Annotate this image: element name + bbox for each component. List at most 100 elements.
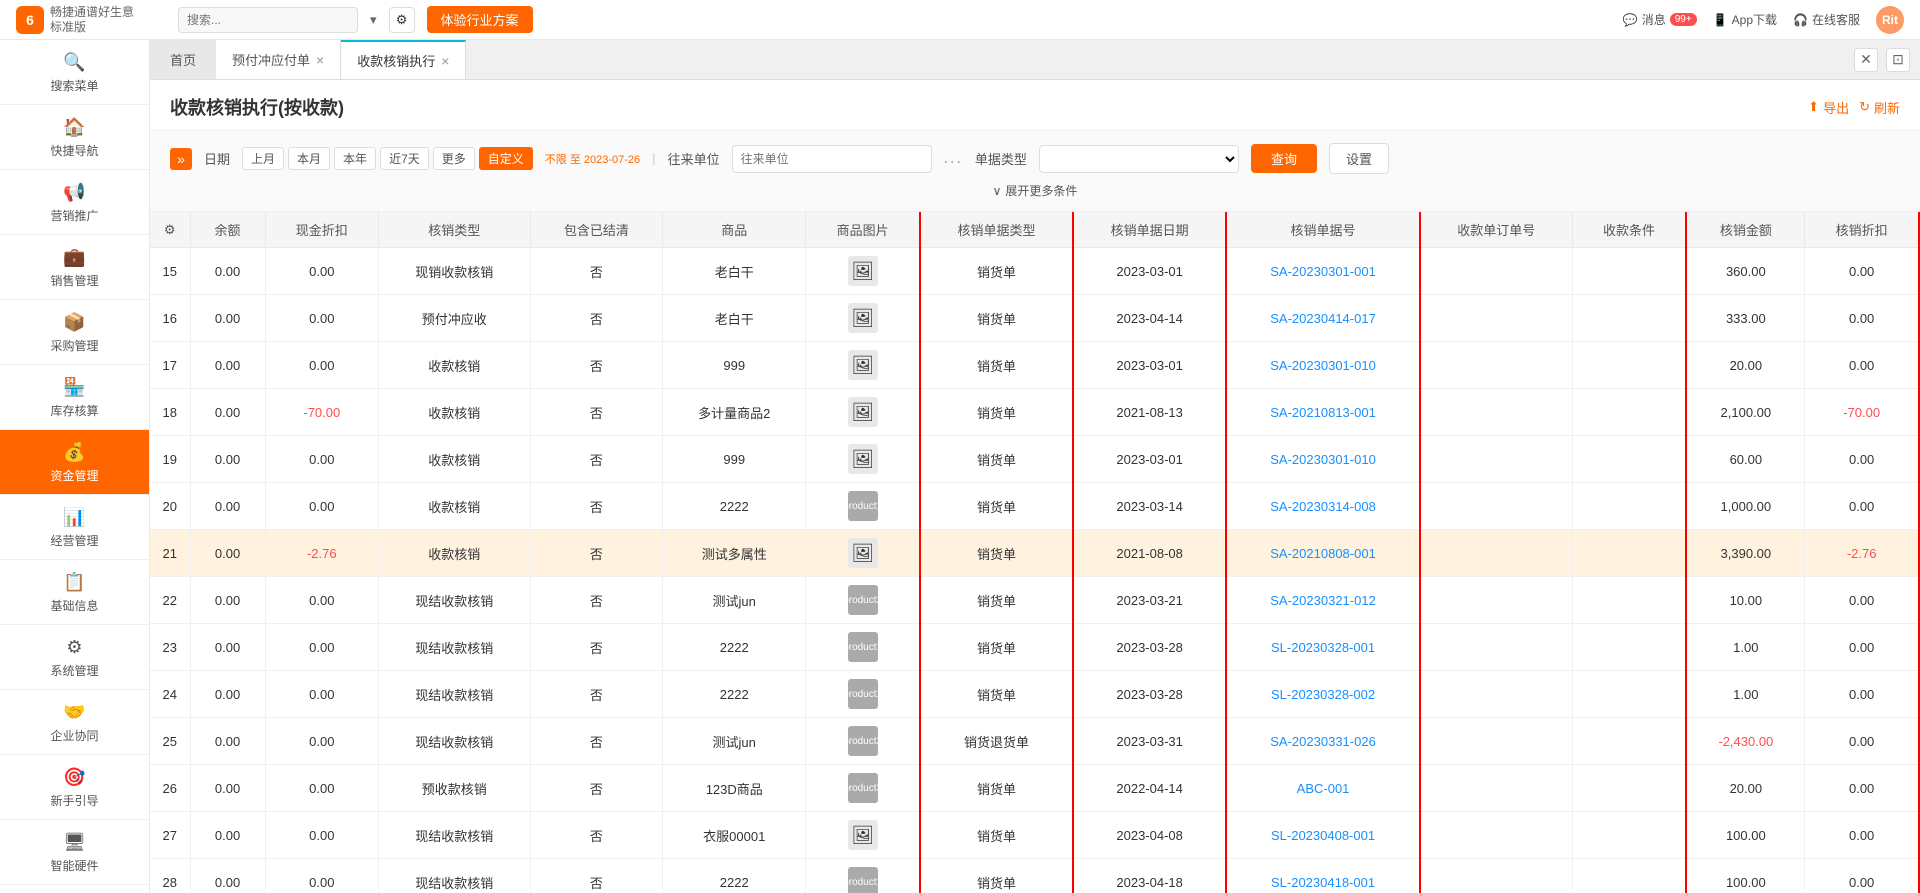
cell-cancel-bill-no[interactable]: SL-20230328-001 bbox=[1226, 624, 1420, 671]
cell-cancel-bill-no[interactable]: SA-20230331-026 bbox=[1226, 718, 1420, 765]
cell-cancel-bill-no[interactable]: SA-20230301-001 bbox=[1226, 248, 1420, 295]
table-settings-icon: ⚙ bbox=[164, 222, 176, 237]
cell-cancel-amount: 60.00 bbox=[1686, 436, 1804, 483]
tab-collection[interactable]: 收款核销执行 × bbox=[341, 40, 466, 79]
cell-goods: 衣服00001 bbox=[663, 812, 806, 859]
date-7days-btn[interactable]: 近7天 bbox=[380, 147, 429, 170]
table-row: 26 0.00 0.00 预收款核销 否 123D商品 product3 销货单… bbox=[150, 765, 1919, 812]
dropdown-icon[interactable]: ▾ bbox=[370, 12, 377, 28]
cell-cancel-bill-no[interactable]: SA-20210813-001 bbox=[1226, 389, 1420, 436]
sidebar-item-operations[interactable]: 📊经营管理 bbox=[0, 495, 149, 560]
sidebar-item-smart-hw[interactable]: 🖥智能硬件 bbox=[0, 820, 149, 885]
bill-no-link[interactable]: SL-20230418-001 bbox=[1271, 875, 1375, 890]
app-download-btn[interactable]: 📱 App下载 bbox=[1713, 11, 1777, 28]
cell-cancel-type: 收款核销 bbox=[378, 389, 530, 436]
cell-goods: 2222 bbox=[663, 483, 806, 530]
messages-btn[interactable]: 💬 消息 99+ bbox=[1623, 11, 1697, 28]
cell-cancel-bill-no[interactable]: SL-20230328-002 bbox=[1226, 671, 1420, 718]
cell-goods-img: product1 bbox=[806, 859, 920, 893]
date-more-btn[interactable]: 更多 bbox=[433, 147, 475, 170]
bill-no-link[interactable]: SA-20230321-012 bbox=[1270, 593, 1376, 608]
search-input[interactable] bbox=[178, 7, 358, 33]
cell-cancel-bill-type: 销货单 bbox=[920, 248, 1073, 295]
sidebar-label-sales: 销售管理 bbox=[50, 272, 98, 289]
expand-more-btn[interactable]: ∨ 展开更多条件 bbox=[993, 182, 1078, 199]
filter-collapse-btn[interactable]: » bbox=[170, 148, 192, 170]
tab-expand-btn[interactable]: ⊡ bbox=[1886, 48, 1910, 72]
sidebar-item-guide[interactable]: 🎯新手引导 bbox=[0, 755, 149, 820]
logo-area: 6 畅捷通谱好生意 标准版 bbox=[16, 5, 166, 34]
cell-receipt-condition bbox=[1572, 436, 1686, 483]
bill-type-label: 单据类型 bbox=[975, 149, 1027, 168]
settings-button[interactable]: ⚙ bbox=[389, 7, 415, 33]
date-this-year-btn[interactable]: 本年 bbox=[334, 147, 376, 170]
tab-home[interactable]: 首页 bbox=[150, 40, 216, 79]
cell-cancel-bill-no[interactable]: SA-20230301-010 bbox=[1226, 436, 1420, 483]
filter-row-1: » 日期 上月 本月 本年 近7天 更多 自定义 不限 至 2023-07-26… bbox=[170, 143, 1900, 174]
industry-btn[interactable]: 体验行业方案 bbox=[427, 6, 533, 33]
from-unit-input[interactable] bbox=[732, 145, 932, 173]
export-btn[interactable]: ⬆ 导出 bbox=[1808, 98, 1849, 117]
filter-settings-btn[interactable]: 设置 bbox=[1329, 143, 1389, 174]
bill-no-link[interactable]: ABC-001 bbox=[1297, 781, 1350, 796]
cell-cancel-bill-no[interactable]: SA-20230314-008 bbox=[1226, 483, 1420, 530]
cell-cancel-bill-no[interactable]: SA-20230414-017 bbox=[1226, 295, 1420, 342]
refresh-btn[interactable]: ↻ 刷新 bbox=[1859, 98, 1900, 117]
bill-no-link[interactable]: SA-20230314-008 bbox=[1270, 499, 1376, 514]
cell-cancel-bill-no[interactable]: SA-20230301-010 bbox=[1226, 342, 1420, 389]
sidebar-item-base-info[interactable]: 📋基础信息 bbox=[0, 560, 149, 625]
tab-prepay[interactable]: 预付冲应付单 × bbox=[216, 40, 341, 79]
bill-no-link[interactable]: SA-20230301-001 bbox=[1270, 264, 1376, 279]
cell-receipt-order-no bbox=[1420, 577, 1572, 624]
sidebar-item-quick-nav[interactable]: 🏠快捷导航 bbox=[0, 105, 149, 170]
sidebar-item-system[interactable]: ⚙系统管理 bbox=[0, 625, 149, 690]
cell-goods-img: 🖼 bbox=[806, 248, 920, 295]
sidebar-item-sales[interactable]: 💼销售管理 bbox=[0, 235, 149, 300]
bill-no-link[interactable]: SA-20210813-001 bbox=[1270, 405, 1376, 420]
bill-no-link[interactable]: SL-20230408-001 bbox=[1271, 828, 1375, 843]
sidebar-item-wechat[interactable]: 💬企业微信 bbox=[0, 885, 149, 893]
sidebar-item-marketing[interactable]: 📢营销推广 bbox=[0, 170, 149, 235]
date-custom-btn[interactable]: 自定义 bbox=[479, 147, 533, 170]
bill-no-link[interactable]: SA-20230414-017 bbox=[1270, 311, 1376, 326]
user-avatar[interactable]: Rit bbox=[1876, 6, 1904, 34]
cell-cancel-bill-type: 销货单 bbox=[920, 483, 1073, 530]
date-last-month-btn[interactable]: 上月 bbox=[242, 147, 284, 170]
cell-balance: 0.00 bbox=[190, 671, 265, 718]
date-this-month-btn[interactable]: 本月 bbox=[288, 147, 330, 170]
tab-close-btn[interactable]: ✕ bbox=[1854, 48, 1878, 72]
online-service-btn[interactable]: 🎧 在线客服 bbox=[1793, 11, 1860, 28]
bill-no-link[interactable]: SA-20230301-010 bbox=[1270, 358, 1376, 373]
col-settings[interactable]: ⚙ bbox=[150, 212, 190, 248]
cell-cancel-bill-no[interactable]: ABC-001 bbox=[1226, 765, 1420, 812]
bill-no-link[interactable]: SA-20230301-010 bbox=[1270, 452, 1376, 467]
cell-cancel-bill-no[interactable]: SA-20230321-012 bbox=[1226, 577, 1420, 624]
cell-receipt-order-no bbox=[1420, 248, 1572, 295]
cell-cancel-amount: 20.00 bbox=[1686, 342, 1804, 389]
cell-cancel-discount: 0.00 bbox=[1805, 483, 1919, 530]
sidebar-item-inventory[interactable]: 🏪库存核算 bbox=[0, 365, 149, 430]
bill-no-link[interactable]: SL-20230328-001 bbox=[1271, 640, 1375, 655]
inventory-icon: 🏪 bbox=[63, 377, 85, 398]
sidebar-item-enterprise[interactable]: 🤝企业协同 bbox=[0, 690, 149, 755]
cell-cancel-discount: 0.00 bbox=[1805, 248, 1919, 295]
tab-close-prepay[interactable]: × bbox=[316, 52, 324, 68]
cell-cancel-bill-no[interactable]: SL-20230418-001 bbox=[1226, 859, 1420, 893]
sidebar-item-purchase[interactable]: 📦采购管理 bbox=[0, 300, 149, 365]
cell-cancel-bill-no[interactable]: SA-20210808-001 bbox=[1226, 530, 1420, 577]
bill-no-link[interactable]: SL-20230328-002 bbox=[1271, 687, 1375, 702]
cell-cash-discount: 0.00 bbox=[265, 671, 378, 718]
query-btn[interactable]: 查询 bbox=[1251, 144, 1317, 173]
sidebar-item-finance[interactable]: 💰资金管理 bbox=[0, 430, 149, 495]
cell-cancel-bill-no[interactable]: SL-20230408-001 bbox=[1226, 812, 1420, 859]
col-receipt-order-no: 收款单订单号 bbox=[1420, 212, 1572, 248]
tab-close-collection[interactable]: × bbox=[441, 53, 449, 69]
bill-type-select[interactable] bbox=[1039, 145, 1239, 173]
cell-goods-img: 🖼 bbox=[806, 812, 920, 859]
bill-no-link[interactable]: SA-20210808-001 bbox=[1270, 546, 1376, 561]
bill-no-link[interactable]: SA-20230331-026 bbox=[1270, 734, 1376, 749]
cell-receipt-condition bbox=[1572, 765, 1686, 812]
product-img: 🖼 bbox=[848, 820, 878, 850]
cell-balance: 0.00 bbox=[190, 248, 265, 295]
sidebar-item-search[interactable]: 🔍搜索菜单 bbox=[0, 40, 149, 105]
